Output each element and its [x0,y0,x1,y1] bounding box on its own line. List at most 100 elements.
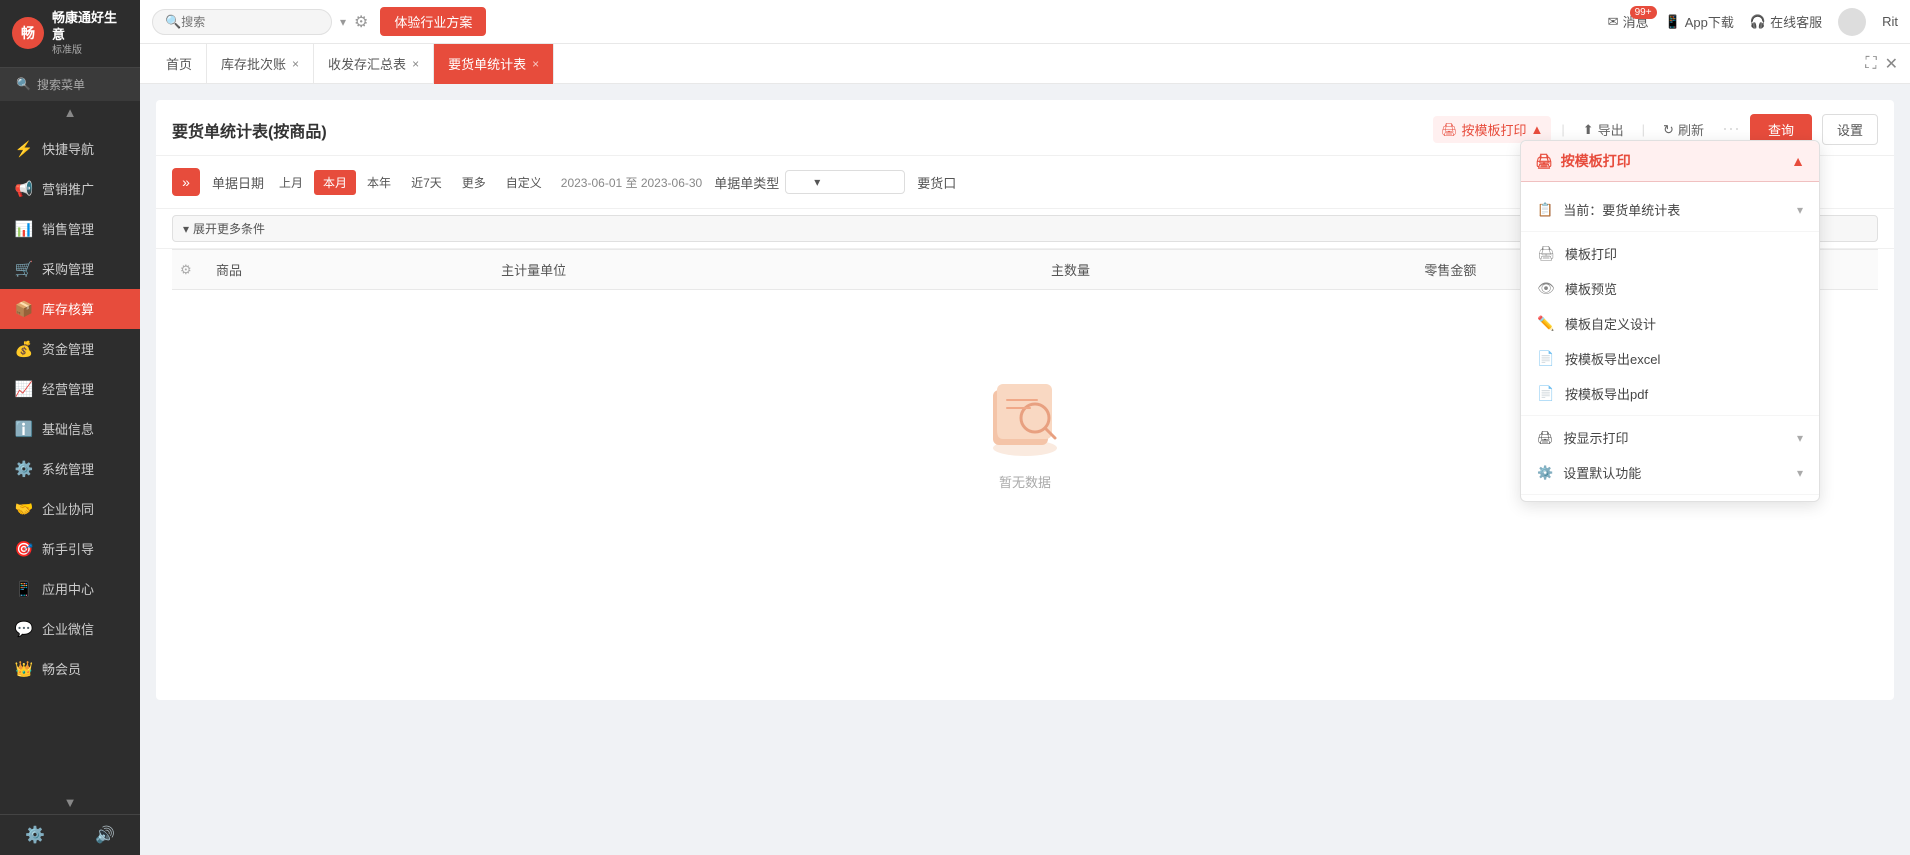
scroll-up-btn[interactable]: ▲ [0,101,140,125]
sidebar-item-finance[interactable]: 💰 资金管理 [0,329,140,369]
date-options: 上月 本月 本年 近7天 更多 自定义 [270,170,551,195]
sidebar-item-app[interactable]: 📱 应用中心 [0,569,140,609]
tab-inventory-batch[interactable]: 库存批次账 × [207,44,314,84]
sales-icon: 📊 [14,219,34,239]
dropdown-section: 📋 当前：要货单统计表 ▾ 🖨 模板打印 👁 模板预览 [1521,182,1819,501]
sidebar-logo[interactable]: 畅 畅康通好生意 标准版 [0,0,140,68]
search-input[interactable] [181,15,301,29]
sidebar-item-purchase[interactable]: 🛒 采购管理 [0,249,140,289]
sidebar-item-system[interactable]: ⚙️ 系统管理 [0,449,140,489]
settings-btn[interactable]: 设置 [1822,114,1878,145]
tabs-bar: 首页 库存批次账 × 收发存汇总表 × 要货单统计表 × ⛶ ✕ [140,44,1910,84]
template-custom-icon: ✏️ [1537,315,1555,332]
type-select-chevron: ▾ [814,175,820,189]
current-chevron-icon: ▾ [1797,203,1803,217]
col-gear[interactable]: ⚙ [172,250,208,290]
wechat-icon: 💬 [14,619,34,639]
sidebar-item-member[interactable]: 👑 畅会员 [0,649,140,689]
column-settings-icon[interactable]: ⚙ [180,262,192,277]
settings-icon[interactable]: ⚙️ [25,825,45,845]
sound-icon[interactable]: 🔊 [95,825,115,845]
date-btn-this-month[interactable]: 本月 [314,170,356,195]
date-btn-prev-month[interactable]: 上月 [270,170,312,195]
topbar-search-box[interactable]: 🔍 [152,9,332,35]
sidebar-item-enterprise[interactable]: 🤝 企业协同 [0,489,140,529]
sidebar: 畅 畅康通好生意 标准版 🔍 搜索菜单 ▲ ⚡ 快捷导航 📢 营销推广 📊 销售… [0,0,140,855]
topbar: 🔍 ▾ ⚙ 体验行业方案 ✉ 消息 99+ 📱 App下载 🎧 在线客服 Rit [140,0,1910,44]
dropdown-template-preview[interactable]: 👁 模板预览 [1521,271,1819,306]
display-print-chevron: ▾ [1797,431,1803,445]
print-dropdown: 🖨 按模板打印 ▲ 📋 当前：要货单统计表 ▾ [1520,140,1820,502]
app-icon: 📱 [14,579,34,599]
no-data-text: 暂无数据 [999,472,1051,491]
username-label[interactable]: Rit [1882,14,1898,29]
date-btn-this-year[interactable]: 本年 [358,170,400,195]
sidebar-item-marketing[interactable]: 📢 营销推广 [0,169,140,209]
tab-order-stats-close[interactable]: × [532,57,539,71]
topbar-chevron-icon[interactable]: ▾ [340,15,346,29]
sidebar-item-wechat[interactable]: 💬 企业微信 [0,609,140,649]
avatar[interactable] [1838,8,1866,36]
divider3: ⋯ [1722,119,1740,140]
expand-chevron-icon: ▾ [183,222,189,236]
tab-close-btn[interactable]: ✕ [1885,54,1898,74]
type-filter: 单据单类型 ▾ [714,170,905,194]
tab-receipt-summary[interactable]: 收发存汇总表 × [314,44,434,84]
enterprise-icon: 🤝 [14,499,34,519]
sidebar-nav: ⚡ 快捷导航 📢 营销推广 📊 销售管理 🛒 采购管理 📦 库存核算 💰 资金管… [0,125,140,790]
sidebar-item-sales[interactable]: 📊 销售管理 [0,209,140,249]
export-btn[interactable]: ⬆ 导出 [1575,116,1632,143]
topbar-gear-icon[interactable]: ⚙ [354,12,368,32]
col-quantity: 主数量 [1043,250,1416,290]
date-btn-more[interactable]: 更多 [453,170,495,195]
tab-receipt-summary-close[interactable]: × [412,57,419,71]
refresh-btn[interactable]: ↻ 刷新 [1655,116,1712,143]
display-print-icon: 🖨 [1537,430,1554,446]
logo-text: 畅康通好生意 标准版 [52,10,128,57]
tabs-right-actions: ⛶ ✕ [1865,54,1898,74]
dropdown-template-print[interactable]: 🖨 模板打印 [1521,236,1819,271]
sidebar-item-quick-nav[interactable]: ⚡ 快捷导航 [0,129,140,169]
message-icon: ✉ [1608,14,1619,30]
message-badge: 99+ [1630,6,1657,19]
finance-icon: 💰 [14,339,34,359]
filter-toggle-btn[interactable]: » [172,168,200,196]
scroll-down-btn[interactable]: ▼ [0,790,140,814]
basic-icon: ℹ️ [14,419,34,439]
date-range-display: 2023-06-01 至 2023-06-30 [561,174,702,191]
template-print-icon: 🖨 [1537,245,1555,262]
trial-btn[interactable]: 体验行业方案 [380,7,486,36]
dropdown-template-custom[interactable]: ✏️ 模板自定义设计 [1521,306,1819,341]
purchase-icon: 🛒 [14,259,34,279]
dropdown-template-pdf[interactable]: 📄 按模板导出pdf [1521,376,1819,411]
printer-icon: 🖨 [1441,122,1458,138]
sidebar-item-operations[interactable]: 📈 经营管理 [0,369,140,409]
sidebar-item-inventory[interactable]: 📦 库存核算 [0,289,140,329]
date-btn-7days[interactable]: 近7天 [402,170,451,195]
dropdown-display-print[interactable]: 🖨 按显示打印 ▾ [1521,420,1819,455]
inventory-icon: 📦 [14,299,34,319]
print-template-btn[interactable]: 🖨 按模板打印 ▲ [1433,116,1551,143]
sidebar-item-basic[interactable]: ℹ️ 基础信息 [0,409,140,449]
tab-order-stats[interactable]: 要货单统计表 × [434,44,554,84]
date-filter: 单据日期 上月 本月 本年 近7天 更多 自定义 2023-06-01 至 20… [212,170,702,195]
sidebar-search[interactable]: 🔍 搜索菜单 [0,68,140,101]
type-select[interactable]: ▾ [785,170,905,194]
dropdown-header[interactable]: 🖨 按模板打印 ▲ [1521,141,1819,182]
tab-home[interactable]: 首页 [152,44,207,84]
yaohuo-filter-label: 要货口 [917,173,956,192]
dropdown-set-default[interactable]: ⚙️ 设置默认功能 ▾ [1521,455,1819,490]
online-service-btn[interactable]: 🎧 在线客服 [1750,12,1822,31]
app-download-icon: 📱 [1665,14,1681,30]
sidebar-item-guide[interactable]: 🎯 新手引导 [0,529,140,569]
export-icon: ⬆ [1583,122,1594,138]
dropdown-template-excel[interactable]: 📄 按模板导出excel [1521,341,1819,376]
date-btn-custom[interactable]: 自定义 [497,170,551,195]
content-area: 要货单统计表(按商品) 🖨 按模板打印 ▲ | ⬆ 导出 | ↻ [140,84,1910,855]
tab-inventory-batch-close[interactable]: × [292,57,299,71]
dropdown-current-item[interactable]: 📋 当前：要货单统计表 ▾ [1521,192,1819,227]
app-download-btn[interactable]: 📱 App下载 [1665,12,1734,31]
message-btn[interactable]: ✉ 消息 99+ [1608,12,1649,31]
set-default-icon: ⚙️ [1537,465,1553,481]
tab-maximize-btn[interactable]: ⛶ [1865,55,1876,73]
